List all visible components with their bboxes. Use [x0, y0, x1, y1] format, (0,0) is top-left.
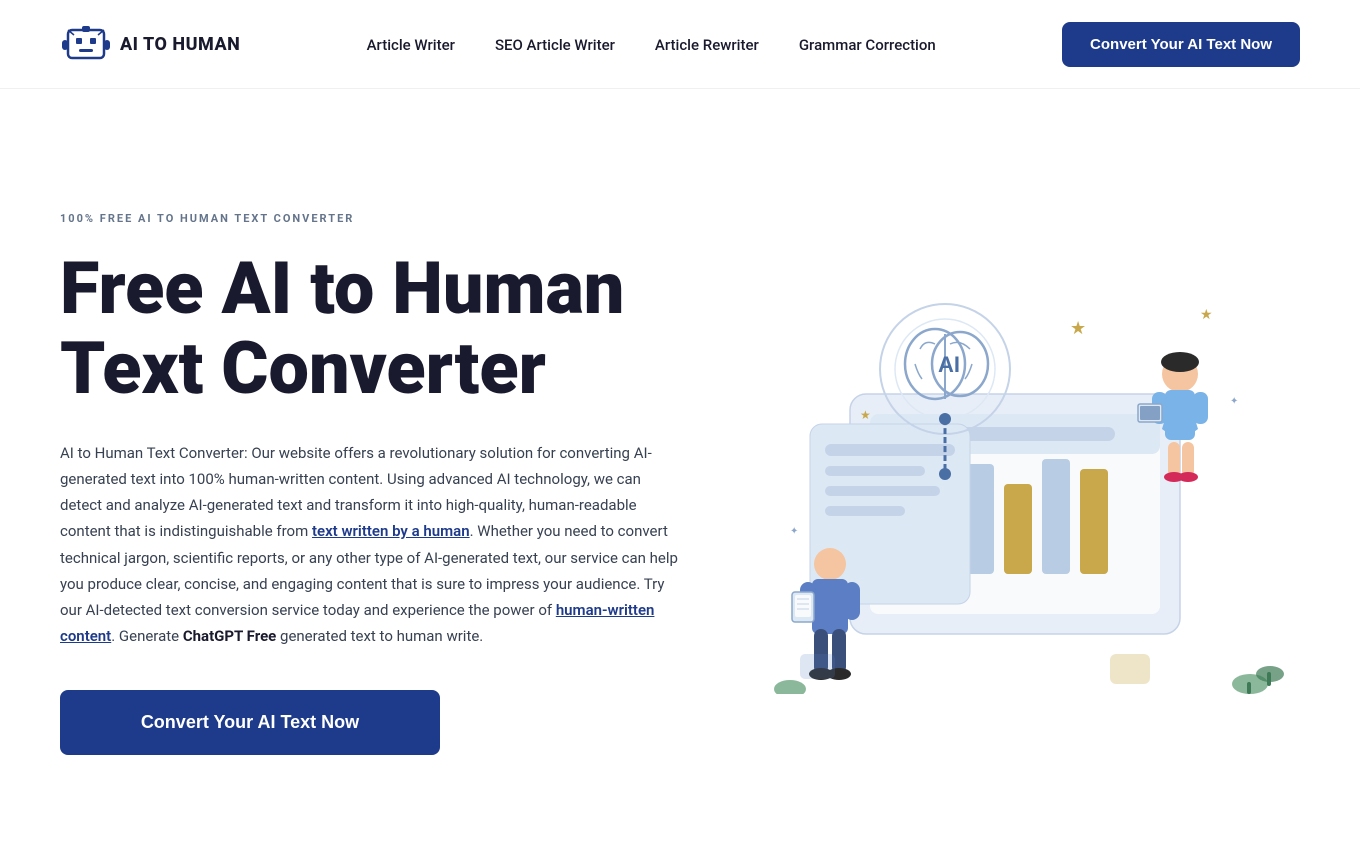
- logo-text: AI TO HUMAN: [120, 34, 240, 55]
- svg-text:★: ★: [860, 408, 871, 422]
- nav-item-article-writer[interactable]: Article Writer: [367, 35, 455, 54]
- svg-text:★: ★: [1200, 306, 1213, 322]
- hero-title: Free AI to Human Text Converter: [60, 249, 720, 407]
- nav-cta-button[interactable]: Convert Your AI Text Now: [1062, 22, 1300, 67]
- hero-content: 100% FREE AI TO HUMAN TEXT CONVERTER Fre…: [60, 212, 720, 754]
- hero-illustration-container: AI: [720, 274, 1300, 694]
- nav-link-article-writer[interactable]: Article Writer: [367, 36, 455, 54]
- nav-link-seo-article-writer[interactable]: SEO Article Writer: [495, 36, 615, 54]
- link-text-written-by-human[interactable]: text written by a human: [312, 522, 470, 540]
- nav-item-grammar-correction[interactable]: Grammar Correction: [799, 35, 936, 54]
- svg-text:✦: ✦: [1230, 396, 1238, 407]
- hero-cta-button[interactable]: Convert Your AI Text Now: [60, 690, 440, 755]
- logo-icon: [60, 18, 112, 70]
- hero-section: 100% FREE AI TO HUMAN TEXT CONVERTER Fre…: [0, 89, 1360, 858]
- nav-link-article-rewriter[interactable]: Article Rewriter: [655, 36, 759, 54]
- hero-badge: 100% FREE AI TO HUMAN TEXT CONVERTER: [60, 212, 720, 225]
- chatgpt-free-text: ChatGPT Free: [183, 627, 276, 645]
- link-human-written-content[interactable]: human-written content: [60, 601, 654, 645]
- nav-link-grammar-correction[interactable]: Grammar Correction: [799, 36, 936, 54]
- nav-item-article-rewriter[interactable]: Article Rewriter: [655, 35, 759, 54]
- svg-text:✦: ✦: [790, 526, 798, 537]
- hero-description: AI to Human Text Converter: Our website …: [60, 440, 680, 650]
- navbar: AI TO HUMAN Article Writer SEO Article W…: [0, 0, 1360, 89]
- logo-link[interactable]: AI TO HUMAN: [60, 18, 240, 70]
- svg-text:AI: AI: [938, 352, 960, 377]
- hero-title-line1: Free AI to Human: [60, 246, 624, 331]
- hero-illustration: AI: [730, 274, 1290, 694]
- hero-title-line2: Text Converter: [60, 326, 546, 411]
- svg-text:★: ★: [1070, 318, 1086, 338]
- hero-svg-illustration: AI: [730, 274, 1290, 694]
- nav-item-seo-article-writer[interactable]: SEO Article Writer: [495, 35, 615, 54]
- nav-links: Article Writer SEO Article Writer Articl…: [367, 35, 936, 54]
